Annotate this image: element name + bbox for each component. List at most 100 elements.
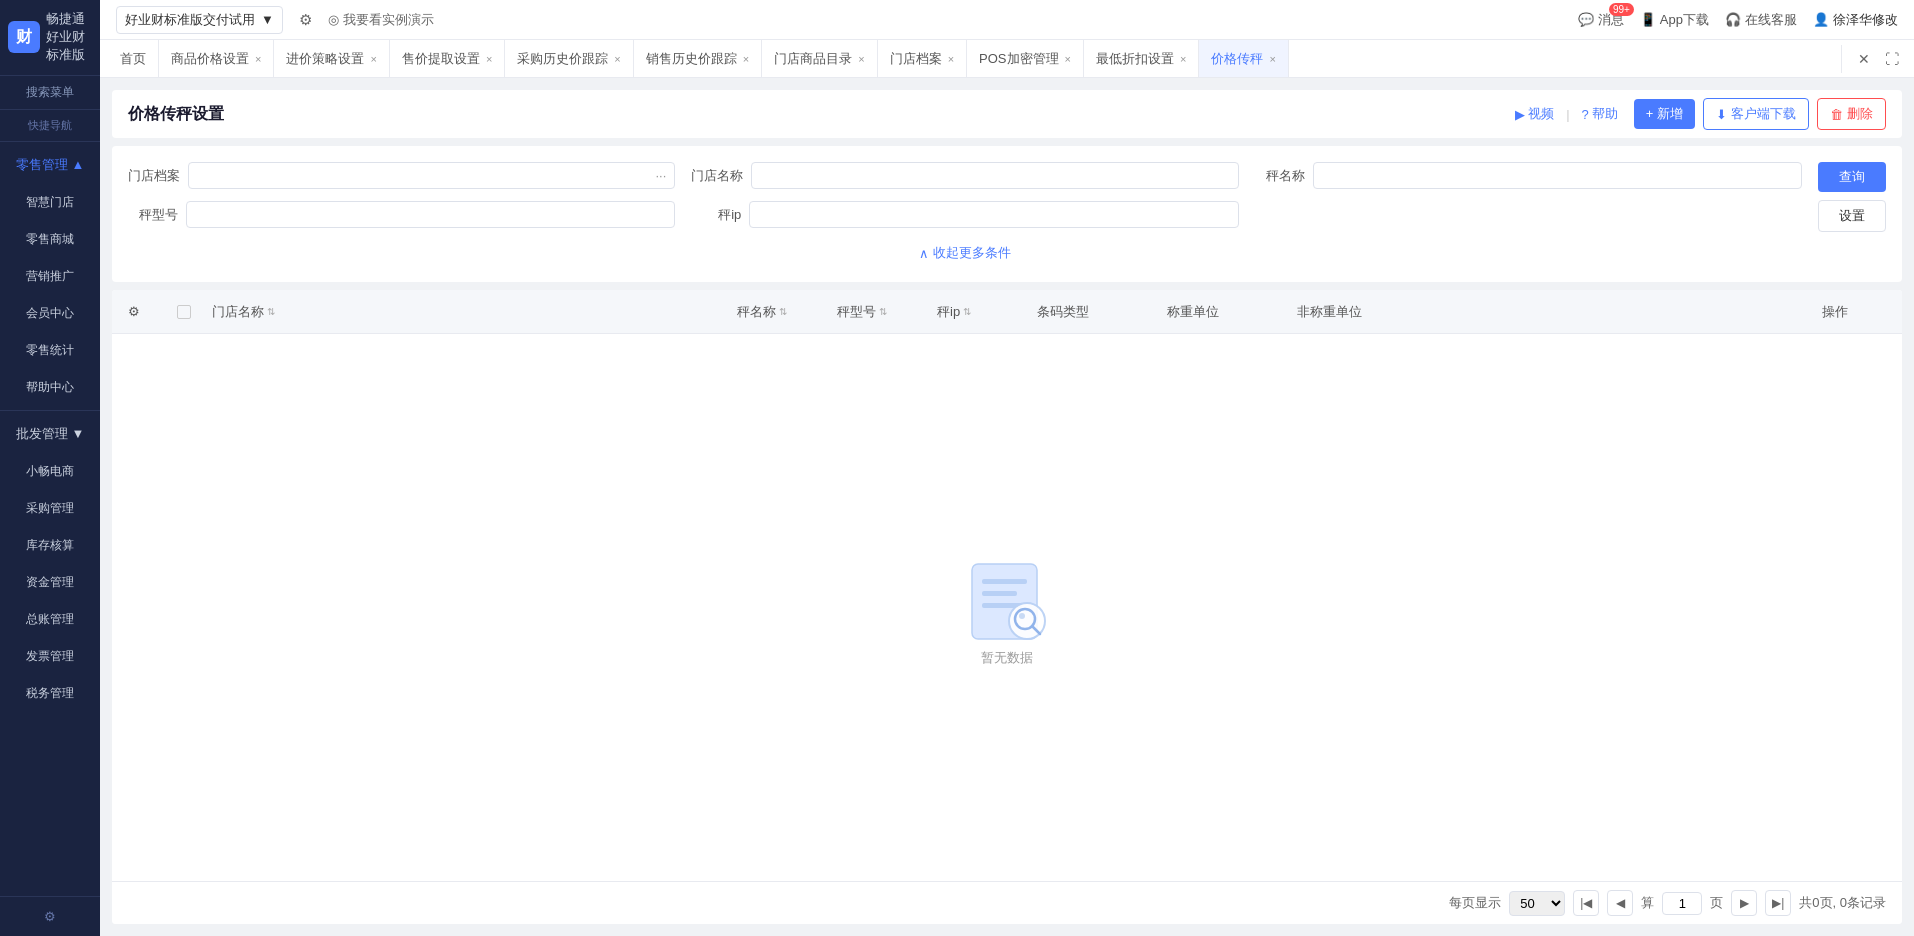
- online-service-button[interactable]: 🎧 在线客服: [1725, 11, 1797, 29]
- per-page-select[interactable]: 50 20 100: [1509, 891, 1565, 916]
- select-all-checkbox[interactable]: [177, 305, 191, 319]
- th-store-name-label: 门店名称: [212, 303, 264, 321]
- tab-product-price[interactable]: 商品价格设置 ×: [159, 40, 274, 78]
- table-container: ⚙ 门店名称 ⇅ 秤名称 ⇅ 秤型号 ⇅ 秤ip: [112, 290, 1902, 924]
- sort-icon-scale-name[interactable]: ⇅: [779, 306, 787, 317]
- chevron-up-icon: ▲: [72, 157, 85, 172]
- download-icon: ⬇: [1716, 107, 1727, 122]
- pagination-prev-button[interactable]: ◀: [1607, 890, 1633, 916]
- search-menu[interactable]: 搜索菜单: [0, 76, 100, 110]
- add-button[interactable]: + 新增: [1634, 99, 1695, 129]
- download-button[interactable]: ⬇ 客户端下载: [1703, 98, 1809, 130]
- sidebar-item-marketing[interactable]: 营销推广: [0, 258, 100, 295]
- tab-min-discount[interactable]: 最低折扣设置 ×: [1084, 40, 1199, 78]
- tab-close-sale-history[interactable]: ×: [743, 53, 749, 65]
- video-link[interactable]: ▶ 视频: [1515, 105, 1554, 123]
- tab-close-min-discount[interactable]: ×: [1180, 53, 1186, 65]
- tab-store-catalog[interactable]: 门店商品目录 ×: [762, 40, 877, 78]
- pagination-first-button[interactable]: |◀: [1573, 890, 1599, 916]
- empty-illustration: [947, 549, 1067, 649]
- pagination: 每页显示 50 20 100 |◀ ◀ 算 页 ▶ ▶| 共0页, 0条记录: [112, 881, 1902, 924]
- sidebar-item-smart-store[interactable]: 智慧门店: [0, 184, 100, 221]
- user-avatar-icon: 👤: [1813, 12, 1829, 27]
- total-info: 共0页, 0条记录: [1799, 894, 1886, 912]
- tab-home-label: 首页: [120, 50, 146, 68]
- set-button[interactable]: 设置: [1818, 200, 1886, 232]
- tab-close-all-button[interactable]: ✕: [1850, 45, 1878, 73]
- th-scale-model: 秤型号 ⇅: [829, 293, 929, 331]
- tab-close-pos-mgmt[interactable]: ×: [1065, 53, 1071, 65]
- scale-name-input[interactable]: [1313, 162, 1802, 189]
- sidebar-settings-icon[interactable]: ⚙: [0, 896, 100, 936]
- tab-close-store-file[interactable]: ×: [948, 53, 954, 65]
- help-icon: ?: [1582, 107, 1589, 122]
- sidebar-divider-1: [0, 141, 100, 142]
- tab-close-store-catalog[interactable]: ×: [858, 53, 864, 65]
- tab-store-file[interactable]: 门店档案 ×: [878, 40, 967, 78]
- store-file-label: 门店档案: [128, 167, 180, 185]
- tab-home[interactable]: 首页: [108, 40, 159, 78]
- tab-close-purchase-history[interactable]: ×: [614, 53, 620, 65]
- headset-icon: 🎧: [1725, 12, 1741, 27]
- th-settings[interactable]: ⚙: [120, 294, 164, 329]
- tab-price-scale[interactable]: 价格传秤 ×: [1199, 40, 1288, 78]
- sidebar-item-help-center[interactable]: 帮助中心: [0, 369, 100, 406]
- sort-icon-store-name[interactable]: ⇅: [267, 306, 275, 317]
- sort-icon-scale-model[interactable]: ⇅: [879, 306, 887, 317]
- th-checkbox[interactable]: [164, 295, 204, 329]
- svg-rect-1: [982, 579, 1027, 584]
- tab-sale-extract[interactable]: 售价提取设置 ×: [390, 40, 505, 78]
- tab-purchase-history[interactable]: 采购历史价跟踪 ×: [505, 40, 633, 78]
- filter-buttons: 查询 设置: [1818, 162, 1886, 266]
- tab-close-product-price[interactable]: ×: [255, 53, 261, 65]
- topbar: 好业财标准版交付试用 ▼ ⚙ ◎ 我要看实例演示 💬 消息 99+ 📱 App下…: [100, 0, 1914, 40]
- sidebar-item-finance-mgmt[interactable]: 资金管理: [0, 564, 100, 601]
- filter-group-store-file: 门店档案 ···: [128, 162, 675, 189]
- tabs-bar: 首页 商品价格设置 × 进价策略设置 × 售价提取设置 × 采购历史价跟踪 × …: [100, 40, 1914, 78]
- user-info[interactable]: 👤 徐泽华修改: [1813, 11, 1898, 29]
- sidebar-item-tax-mgmt[interactable]: 税务管理: [0, 675, 100, 712]
- pagination-last-button[interactable]: ▶|: [1765, 890, 1791, 916]
- sidebar-item-retail-mgmt[interactable]: 零售管理 ▲: [0, 146, 100, 184]
- th-scale-name: 秤名称 ⇅: [729, 293, 829, 331]
- tab-close-sale-extract[interactable]: ×: [486, 53, 492, 65]
- sidebar-item-retail-mall[interactable]: 零售商城: [0, 221, 100, 258]
- page-number-input[interactable]: [1662, 892, 1702, 915]
- store-file-input[interactable]: ···: [188, 162, 675, 189]
- sidebar-item-purchase-mgmt[interactable]: 采购管理: [0, 490, 100, 527]
- pagination-next-button[interactable]: ▶: [1731, 890, 1757, 916]
- sidebar-item-general-ledger[interactable]: 总账管理: [0, 601, 100, 638]
- scale-ip-input[interactable]: [749, 201, 1238, 228]
- tab-close-price-scale[interactable]: ×: [1269, 53, 1275, 65]
- filter-group-scale-name: 秤名称: [1255, 162, 1802, 189]
- app-download-button[interactable]: 📱 App下载: [1640, 11, 1709, 29]
- sidebar-item-invoice-mgmt[interactable]: 发票管理: [0, 638, 100, 675]
- tab-close-purchase-strategy[interactable]: ×: [370, 53, 376, 65]
- page-actions: + 新增 ⬇ 客户端下载 🗑 删除: [1634, 98, 1886, 130]
- sort-icon-scale-ip[interactable]: ⇅: [963, 306, 971, 317]
- sidebar-item-wholesale-mgmt[interactable]: 批发管理 ▼: [0, 415, 100, 453]
- logo-text: 畅捷通好业财 标准版: [46, 10, 92, 65]
- sidebar-item-xiaochang-ecom[interactable]: 小畅电商: [0, 453, 100, 490]
- sidebar-item-inventory[interactable]: 库存核算: [0, 527, 100, 564]
- collapse-button[interactable]: ∧ 收起更多条件: [919, 240, 1011, 266]
- tab-sale-history[interactable]: 销售历史价跟踪 ×: [634, 40, 762, 78]
- sidebar-item-member-center[interactable]: 会员中心: [0, 295, 100, 332]
- sidebar-item-retail-stats[interactable]: 零售统计: [0, 332, 100, 369]
- version-selector[interactable]: 好业财标准版交付试用 ▼: [116, 6, 283, 34]
- filter-group-scale-ip: 秤ip: [691, 201, 1238, 228]
- version-selector-text: 好业财标准版交付试用: [125, 11, 255, 29]
- query-button[interactable]: 查询: [1818, 162, 1886, 192]
- tab-purchase-strategy[interactable]: 进价策略设置 ×: [274, 40, 389, 78]
- topbar-settings-icon[interactable]: ⚙: [299, 11, 312, 29]
- phone-icon: 📱: [1640, 12, 1656, 27]
- scale-model-input[interactable]: [186, 201, 675, 228]
- page-actions-left: ▶ 视频 | ? 帮助: [1515, 105, 1618, 123]
- tab-expand-button[interactable]: ⛶: [1878, 45, 1906, 73]
- help-link[interactable]: ? 帮助: [1582, 105, 1618, 123]
- demo-link[interactable]: ◎ 我要看实例演示: [328, 11, 434, 29]
- tab-pos-mgmt[interactable]: POS加密管理 ×: [967, 40, 1084, 78]
- message-button[interactable]: 💬 消息 99+: [1578, 11, 1624, 29]
- delete-button[interactable]: 🗑 删除: [1817, 98, 1886, 130]
- store-name-input[interactable]: [751, 162, 1238, 189]
